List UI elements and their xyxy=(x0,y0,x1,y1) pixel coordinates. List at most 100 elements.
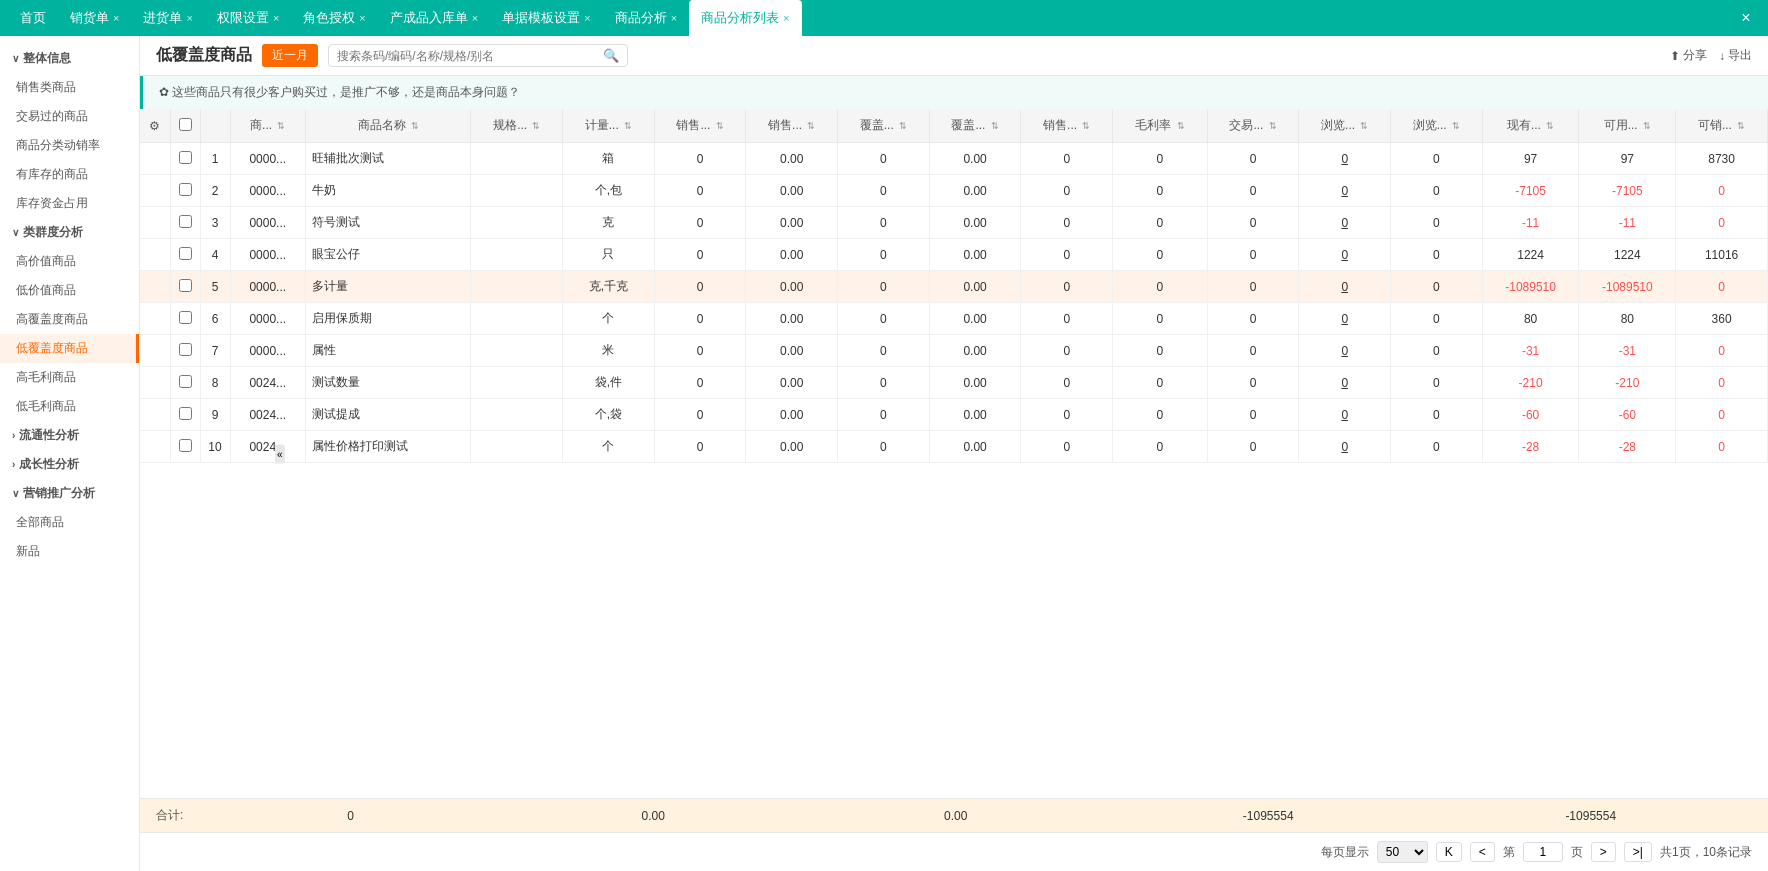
row-checkbox[interactable] xyxy=(179,183,192,196)
search-icon[interactable]: 🔍 xyxy=(603,48,619,63)
window-close-button[interactable]: × xyxy=(1732,4,1760,32)
th-cover1[interactable]: 覆盖... ⇅ xyxy=(838,109,930,143)
row-checkbox-cell[interactable] xyxy=(170,303,200,335)
row-browse1[interactable]: 0 xyxy=(1299,239,1391,271)
page-number-input[interactable] xyxy=(1523,842,1563,862)
row-browse1[interactable]: 0 xyxy=(1299,207,1391,239)
row-checkbox[interactable] xyxy=(179,279,192,292)
th-spec[interactable]: 规格... ⇅ xyxy=(471,109,563,143)
sidebar-abc-section[interactable]: ∨ 类群度分析 xyxy=(0,218,139,247)
nav-role-auth[interactable]: 角色授权 × xyxy=(291,0,377,36)
row-checkbox-cell[interactable] xyxy=(170,175,200,207)
sidebar-item-inventory-capital[interactable]: 库存资金占用 xyxy=(0,189,139,218)
th-browse1[interactable]: 浏览... ⇅ xyxy=(1299,109,1391,143)
nav-product-warehouse[interactable]: 产成品入库单 × xyxy=(378,0,490,36)
first-page-button[interactable]: K xyxy=(1436,842,1462,862)
row-checkbox-cell[interactable] xyxy=(170,239,200,271)
th-stock1[interactable]: 现有... ⇅ xyxy=(1482,109,1579,143)
select-all-checkbox[interactable] xyxy=(179,118,192,131)
nav-permission[interactable]: 权限设置 × xyxy=(205,0,291,36)
row-checkbox[interactable] xyxy=(179,215,192,228)
nav-template-close[interactable]: × xyxy=(584,0,590,36)
nav-template-settings[interactable]: 单据模板设置 × xyxy=(490,0,602,36)
settings-icon[interactable]: ⚙ xyxy=(149,119,160,133)
th-margin[interactable]: 毛利率 ⇅ xyxy=(1113,109,1208,143)
row-browse1[interactable]: 0 xyxy=(1299,175,1391,207)
sidebar-promo-section[interactable]: ∨ 营销推广分析 xyxy=(0,479,139,508)
per-page-select[interactable]: 50 20 100 xyxy=(1377,841,1428,863)
search-input[interactable] xyxy=(337,49,599,63)
row-checkbox[interactable] xyxy=(179,247,192,260)
row-checkbox-cell[interactable] xyxy=(170,367,200,399)
nav-product-analysis-list-close[interactable]: × xyxy=(783,0,789,36)
th-checkbox[interactable] xyxy=(170,109,200,143)
row-checkbox-cell[interactable] xyxy=(170,399,200,431)
row-trans: 0 xyxy=(1207,175,1299,207)
prev-page-button[interactable]: < xyxy=(1470,842,1495,862)
th-sales1[interactable]: 销售... ⇅ xyxy=(654,109,746,143)
th-browse2[interactable]: 浏览... ⇅ xyxy=(1391,109,1483,143)
row-checkbox[interactable] xyxy=(179,311,192,324)
nav-product-warehouse-close[interactable]: × xyxy=(472,0,478,36)
row-browse1[interactable]: 0 xyxy=(1299,399,1391,431)
nav-permission-close[interactable]: × xyxy=(273,0,279,36)
row-browse1[interactable]: 0 xyxy=(1299,431,1391,463)
row-checkbox-cell[interactable] xyxy=(170,271,200,303)
sidebar-item-sales-products[interactable]: 销售类商品 xyxy=(0,73,139,102)
th-trans[interactable]: 交易... ⇅ xyxy=(1207,109,1299,143)
sidebar-collapse-button[interactable]: « xyxy=(275,444,285,463)
nav-purchase-order[interactable]: 进货单 × xyxy=(131,0,204,36)
row-browse1[interactable]: 0 xyxy=(1299,271,1391,303)
sidebar-growth-section[interactable]: › 成长性分析 xyxy=(0,450,139,479)
sidebar-flow-section[interactable]: › 流通性分析 xyxy=(0,421,139,450)
sidebar-item-low-value[interactable]: 低价值商品 xyxy=(0,276,139,305)
th-salable[interactable]: 可销... ⇅ xyxy=(1676,109,1768,143)
th-product-code[interactable]: 商... ⇅ xyxy=(230,109,305,143)
nav-product-analysis[interactable]: 商品分析 × xyxy=(603,0,689,36)
th-settings[interactable]: ⚙ xyxy=(140,109,170,143)
row-browse1[interactable]: 0 xyxy=(1299,367,1391,399)
row-checkbox[interactable] xyxy=(179,343,192,356)
sidebar-item-high-margin[interactable]: 高毛利商品 xyxy=(0,363,139,392)
row-browse1[interactable]: 0 xyxy=(1299,143,1391,175)
row-checkbox[interactable] xyxy=(179,439,192,452)
row-browse1[interactable]: 0 xyxy=(1299,335,1391,367)
data-table-container[interactable]: ⚙ 商... ⇅ 商品名称 ⇅ xyxy=(140,109,1768,798)
sidebar-item-low-margin[interactable]: 低毛利商品 xyxy=(0,392,139,421)
th-product-name[interactable]: 商品名称 ⇅ xyxy=(305,109,471,143)
sidebar-item-low-coverage[interactable]: 低覆盖度商品 xyxy=(0,334,139,363)
sidebar-item-all-products[interactable]: 全部商品 xyxy=(0,508,139,537)
th-cover2[interactable]: 覆盖... ⇅ xyxy=(929,109,1021,143)
sidebar-item-new-products[interactable]: 新品 xyxy=(0,537,139,566)
sidebar-item-category-sales-rate[interactable]: 商品分类动销率 xyxy=(0,131,139,160)
th-sales2[interactable]: 销售... ⇅ xyxy=(746,109,838,143)
sidebar-item-stocked-products[interactable]: 有库存的商品 xyxy=(0,160,139,189)
sidebar-item-high-value[interactable]: 高价值商品 xyxy=(0,247,139,276)
row-checkbox-cell[interactable] xyxy=(170,143,200,175)
next-page-button[interactable]: > xyxy=(1591,842,1616,862)
row-checkbox-cell[interactable] xyxy=(170,431,200,463)
nav-product-analysis-close[interactable]: × xyxy=(671,0,677,36)
row-browse1[interactable]: 0 xyxy=(1299,303,1391,335)
nav-role-auth-close[interactable]: × xyxy=(359,0,365,36)
nav-product-analysis-list[interactable]: 商品分析列表 × xyxy=(689,0,801,36)
last-page-button[interactable]: >| xyxy=(1624,842,1652,862)
sidebar-item-traded-products[interactable]: 交易过的商品 xyxy=(0,102,139,131)
nav-purchase-order-close[interactable]: × xyxy=(186,0,192,36)
sidebar-overall-section[interactable]: ∨ 整体信息 xyxy=(0,44,139,73)
row-checkbox[interactable] xyxy=(179,407,192,420)
export-button[interactable]: ↓ 导出 xyxy=(1719,47,1752,64)
nav-sales-order[interactable]: 销货单 × xyxy=(58,0,131,36)
nav-sales-order-close[interactable]: × xyxy=(113,0,119,36)
th-unit[interactable]: 计量... ⇅ xyxy=(563,109,655,143)
row-checkbox-cell[interactable] xyxy=(170,335,200,367)
nav-home[interactable]: 首页 xyxy=(8,0,58,36)
row-checkbox[interactable] xyxy=(179,375,192,388)
row-checkbox-cell[interactable] xyxy=(170,207,200,239)
th-sales3[interactable]: 销售... ⇅ xyxy=(1021,109,1113,143)
sidebar-item-high-coverage[interactable]: 高覆盖度商品 xyxy=(0,305,139,334)
row-checkbox[interactable] xyxy=(179,151,192,164)
th-stock2[interactable]: 可用... ⇅ xyxy=(1579,109,1676,143)
share-button[interactable]: ⬆ 分享 xyxy=(1670,47,1707,64)
time-filter-button[interactable]: 近一月 xyxy=(262,44,318,67)
